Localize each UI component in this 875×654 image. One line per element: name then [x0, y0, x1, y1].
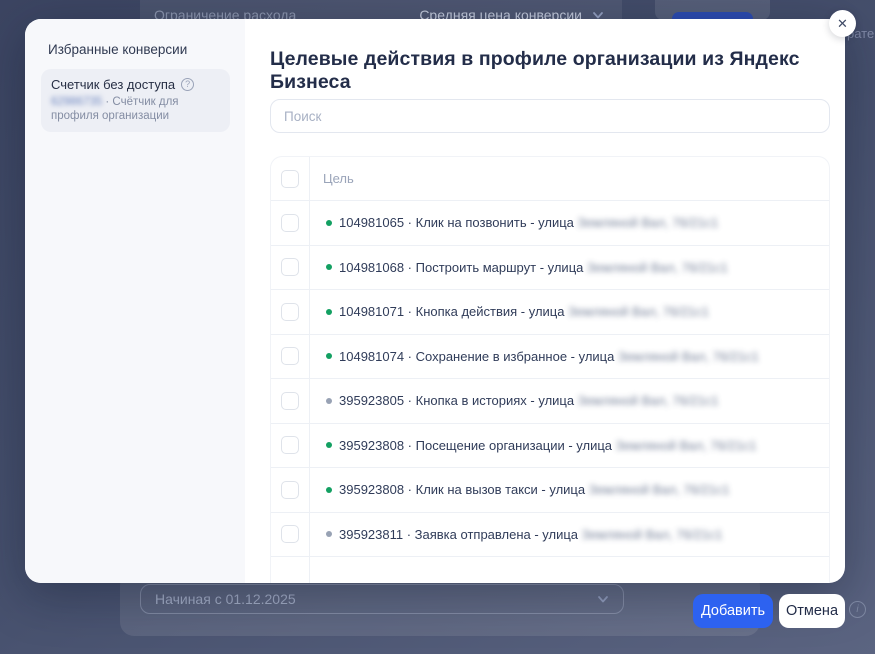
- goal-label: 395923811 · Заявка отправлена - улица Зе…: [339, 526, 723, 542]
- goal-status-dot: [326, 308, 332, 315]
- favorite-conversions-sidebar: Избранные конверсии Счетчик без доступа …: [25, 19, 245, 583]
- close-icon[interactable]: ✕: [829, 10, 856, 37]
- dialog-title: Целевые действия в профиле организации и…: [270, 48, 800, 93]
- goal-status-dot: [326, 442, 332, 449]
- counter-card[interactable]: Счетчик без доступа ? 62986735 · Счётчик…: [41, 69, 230, 132]
- table-row[interactable]: 104981065 · Клик на позвонить - улица Зе…: [271, 201, 829, 246]
- goal-table: Цель 104981065 · Клик на позвонить - ули…: [270, 156, 830, 583]
- counter-id-masked: 62986735: [51, 96, 103, 108]
- goal-cell: 395923811 · Заявка отправлена - улица Зе…: [310, 527, 723, 542]
- table-row[interactable]: 104981071 · Кнопка действия - улица Земл…: [271, 290, 829, 335]
- cancel-button[interactable]: Отмена: [779, 594, 845, 628]
- goal-address-masked: Земляной Вал, 76/21с1: [581, 526, 723, 542]
- add-button[interactable]: Добавить: [693, 594, 773, 628]
- row-checkbox-cell: [271, 379, 310, 423]
- goal-address-masked: Земляной Вал, 76/21с1: [617, 348, 759, 364]
- goal-label: 395923808 · Клик на вызов такси - улица …: [339, 482, 730, 498]
- row-checkbox[interactable]: [281, 302, 299, 321]
- goal-label: 395923805 · Кнопка в историях - улица Зе…: [339, 393, 719, 409]
- footer-actions: Добавить Отмена i: [0, 594, 875, 628]
- row-checkbox[interactable]: [281, 213, 299, 232]
- table-row[interactable]: 104981068 · Построить маршрут - улица Зе…: [271, 245, 829, 290]
- row-checkbox-cell: [271, 245, 310, 289]
- goal-label: 104981071 · Кнопка действия - улица Земл…: [339, 304, 710, 320]
- table-row[interactable]: 395923811 · Заявка отправлена - улица Зе…: [271, 512, 829, 557]
- row-checkbox[interactable]: [281, 436, 299, 455]
- goal-cell: 104981074 · Сохранение в избранное - ули…: [310, 349, 759, 364]
- row-checkbox[interactable]: [281, 258, 299, 277]
- goal-status-dot: [326, 486, 332, 493]
- goal-picker-dialog: Избранные конверсии Счетчик без доступа …: [25, 19, 845, 583]
- select-all-checkbox[interactable]: [281, 169, 299, 188]
- goal-label: 104981065 · Клик на позвонить - улица Зе…: [339, 215, 719, 231]
- counter-description: 62986735 · Счётчик для профиля организац…: [51, 96, 179, 122]
- goal-address-masked: Земляной Вал, 76/21с1: [615, 437, 757, 453]
- table-row[interactable]: 104981074 · Сохранение в избранное - ули…: [271, 334, 829, 379]
- goal-address-masked: Земляной Вал, 76/21с1: [586, 259, 728, 275]
- row-checkbox-cell: [271, 290, 310, 334]
- row-checkbox[interactable]: [281, 391, 299, 410]
- goal-status-dot: [326, 353, 332, 360]
- table-header-row: Цель: [271, 157, 829, 201]
- goal-cell: 104981065 · Клик на позвонить - улица Зе…: [310, 215, 718, 230]
- goal-label: 104981074 · Сохранение в избранное - ули…: [339, 348, 759, 364]
- row-checkbox-cell: [271, 201, 310, 245]
- background-button-card: [655, 0, 770, 20]
- goal-cell: 104981071 · Кнопка действия - улица Земл…: [310, 304, 709, 319]
- goal-cell: 395923808 · Посещение организации - улиц…: [310, 438, 757, 453]
- row-checkbox[interactable]: [281, 347, 299, 366]
- counter-name: Счетчик без доступа: [51, 77, 176, 92]
- table-row-partial: [271, 557, 829, 583]
- row-checkbox[interactable]: [281, 480, 299, 499]
- goal-status-dot: [326, 219, 332, 226]
- goal-cell: 395923808 · Клик на вызов такси - улица …: [310, 482, 730, 497]
- select-all-cell: [271, 157, 310, 200]
- table-row[interactable]: 395923808 · Посещение организации - улиц…: [271, 423, 829, 468]
- row-checkbox-cell: [271, 468, 310, 512]
- table-row[interactable]: 395923805 · Кнопка в историях - улица Зе…: [271, 379, 829, 424]
- goal-address-masked: Земляной Вал, 76/21с1: [568, 304, 710, 320]
- goal-picker-main: Целевые действия в профиле организации и…: [245, 19, 845, 583]
- goal-label: 395923808 · Посещение организации - улиц…: [339, 437, 757, 453]
- goal-status-dot: [326, 531, 332, 538]
- help-icon[interactable]: ?: [181, 78, 195, 91]
- goal-status-dot: [326, 264, 332, 271]
- search-input[interactable]: [271, 100, 829, 132]
- row-checkbox-cell: [271, 334, 310, 378]
- goal-cell: 104981068 · Построить маршрут - улица Зе…: [310, 260, 728, 275]
- goal-address-masked: Земляной Вал, 76/21с1: [577, 215, 719, 231]
- goal-column-header: Цель: [323, 171, 354, 186]
- goal-address-masked: Земляной Вал, 76/21с1: [577, 393, 719, 409]
- goal-label: 104981068 · Построить маршрут - улица Зе…: [339, 259, 728, 275]
- sidebar-title: Избранные конверсии: [48, 42, 188, 57]
- goal-status-dot: [326, 397, 332, 404]
- row-checkbox-cell: [271, 423, 310, 467]
- info-icon[interactable]: i: [849, 601, 866, 618]
- row-checkbox-cell: [271, 512, 310, 556]
- search-box: [270, 99, 830, 133]
- goal-rows: 104981065 · Клик на позвонить - улица Зе…: [271, 201, 829, 557]
- goal-address-masked: Земляной Вал, 76/21с1: [588, 482, 730, 498]
- row-checkbox[interactable]: [281, 525, 299, 544]
- goal-cell: 395923805 · Кнопка в историях - улица Зе…: [310, 393, 719, 408]
- table-row[interactable]: 395923808 · Клик на вызов такси - улица …: [271, 468, 829, 513]
